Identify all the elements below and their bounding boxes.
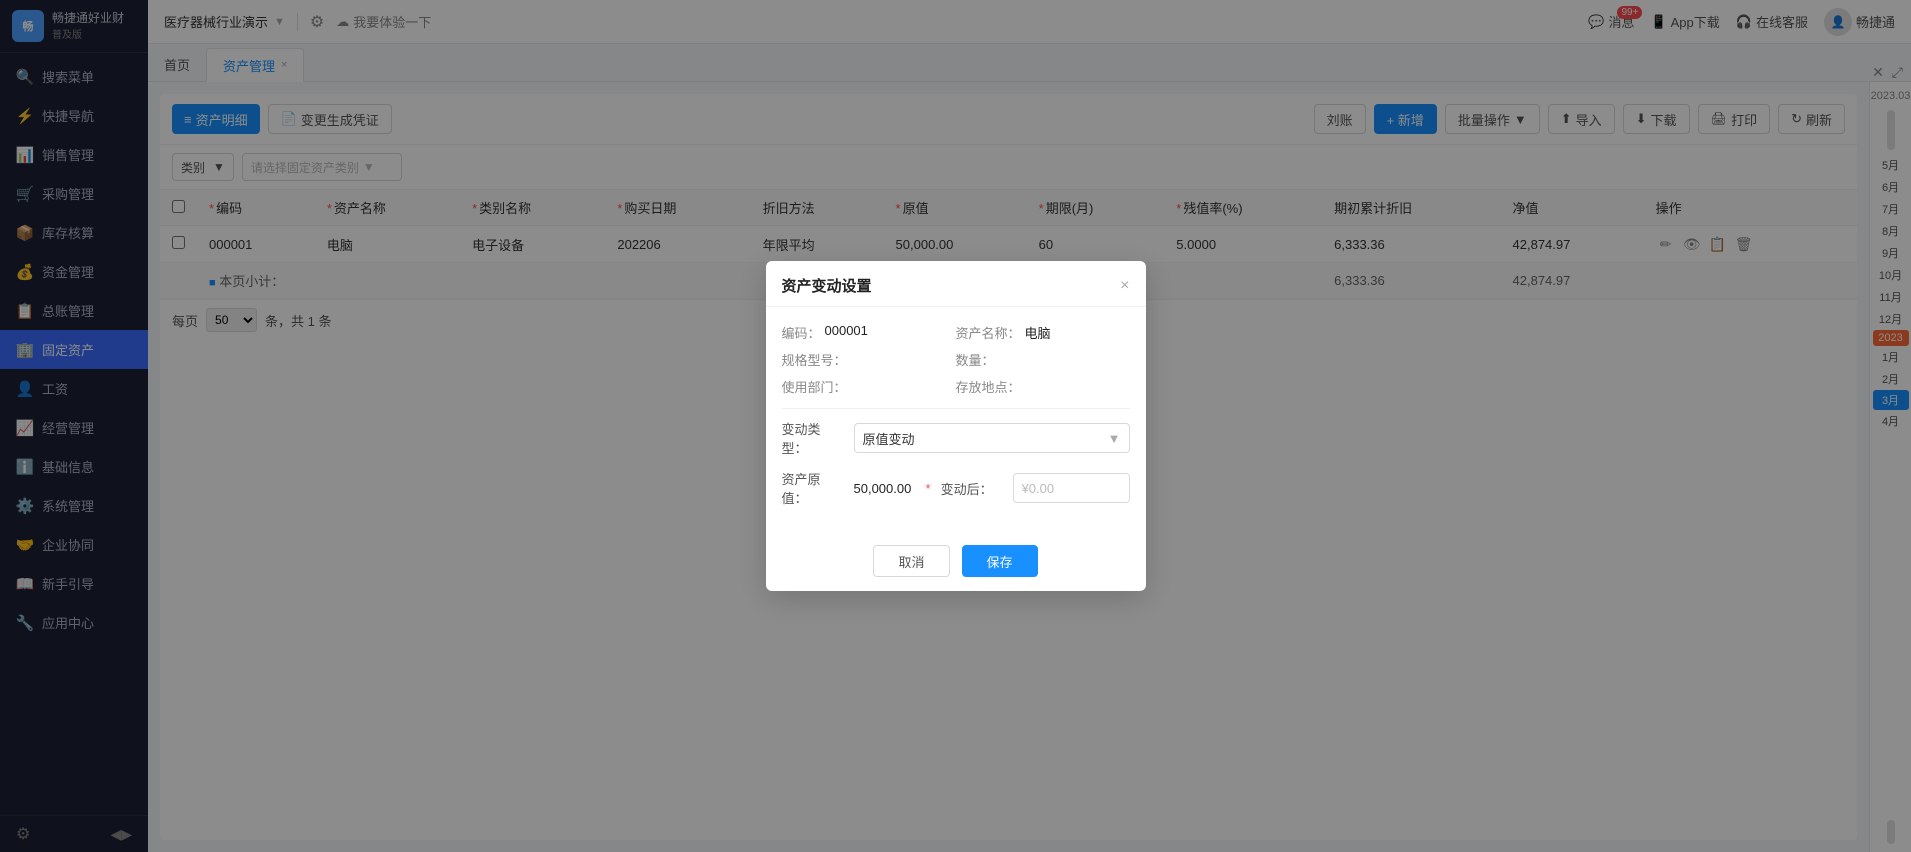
change-type-select[interactable]: 原值变动 ▼ (854, 423, 1130, 453)
required-mark: * (926, 481, 931, 496)
modal-header: 资产变动设置 × (766, 261, 1146, 307)
modal-info-grid: 编码： 000001 资产名称： 电脑 规格型号： 数量： 使用部门： (782, 323, 1130, 396)
modal-department-field: 使用部门： (782, 377, 956, 396)
original-value-display: 50,000.00 (854, 481, 918, 496)
modal-overlay: 资产变动设置 × 编码： 000001 资产名称： 电脑 规格型号： 数 (0, 0, 1911, 852)
original-value-row: 资产原值： 50,000.00 * 变动后： ¥0.00 (782, 469, 1130, 507)
change-type-row: 变动类型： 原值变动 ▼ (782, 419, 1130, 457)
modal-divider (782, 408, 1130, 409)
modal-spec-field: 规格型号： (782, 350, 956, 369)
modal-title: 资产变动设置 (782, 275, 872, 296)
asset-change-modal: 资产变动设置 × 编码： 000001 资产名称： 电脑 规格型号： 数 (766, 261, 1146, 591)
select-dropdown-icon: ▼ (1108, 431, 1121, 446)
cancel-button[interactable]: 取消 (873, 545, 949, 577)
modal-code-field: 编码： 000001 (782, 323, 956, 342)
modal-name-field: 资产名称： 电脑 (956, 323, 1130, 342)
modal-close-button[interactable]: × (1120, 277, 1129, 295)
modal-footer: 取消 保存 (766, 535, 1146, 591)
modal-quantity-field: 数量： (956, 350, 1130, 369)
modal-location-field: 存放地点： (956, 377, 1130, 396)
save-button[interactable]: 保存 (962, 545, 1038, 577)
modal-body: 编码： 000001 资产名称： 电脑 规格型号： 数量： 使用部门： (766, 307, 1146, 535)
after-change-input[interactable]: ¥0.00 (1013, 473, 1130, 503)
